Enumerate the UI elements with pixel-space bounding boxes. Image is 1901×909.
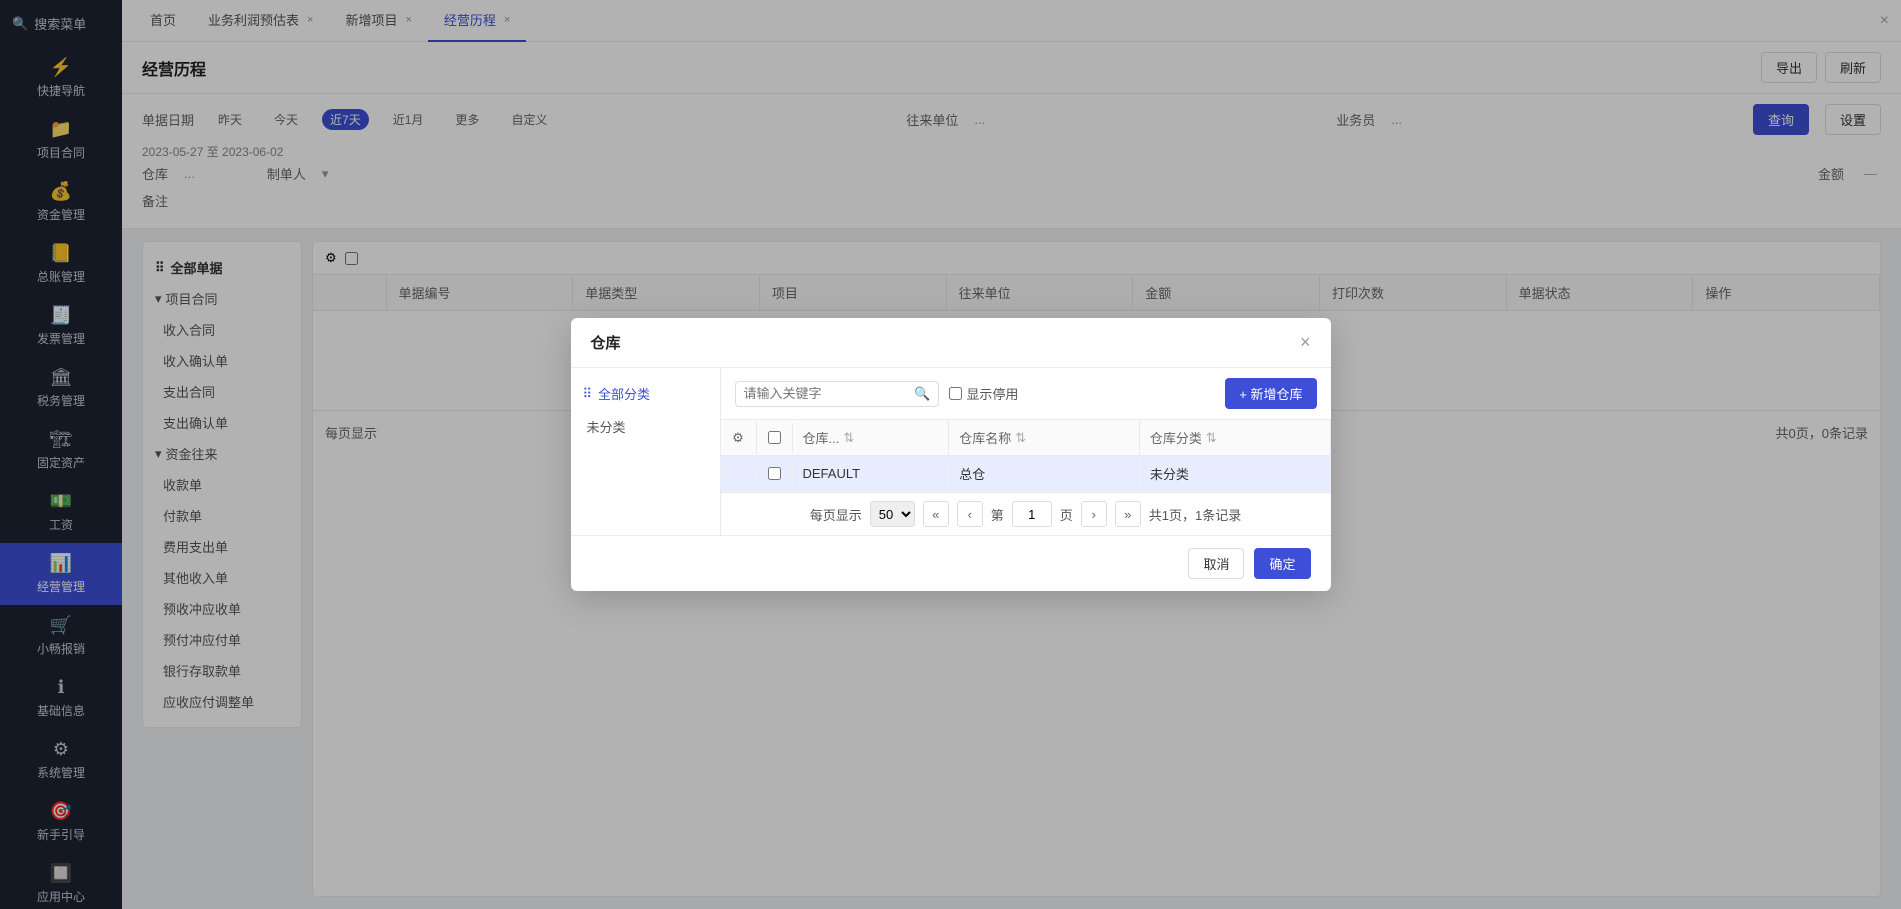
dialog-select-all[interactable]: [768, 431, 781, 444]
row-category: 未分类: [1140, 456, 1331, 491]
sort-name-icon: ⇅: [1015, 430, 1026, 446]
row-name: 总仓: [949, 456, 1140, 491]
cancel-button[interactable]: 取消: [1188, 548, 1244, 579]
dialog-table: ⚙ 仓库... ⇅ 仓库名称 ⇅ 仓库分类: [721, 420, 1331, 492]
search-box: 🔍: [735, 381, 940, 407]
row-checkbox[interactable]: [768, 467, 781, 480]
prev-page-btn[interactable]: ‹: [957, 501, 983, 527]
sort-code-icon: ⇅: [843, 430, 854, 446]
dialog-pagination: 每页显示 50 « ‹ 第 页 › » 共1页，1条记录: [721, 492, 1331, 535]
show-disabled-label[interactable]: 显示停用: [949, 384, 1018, 403]
warehouse-dialog: 仓库 × ⠿ 全部分类 未分类 🔍: [571, 318, 1331, 591]
dth-gear: ⚙: [721, 422, 757, 454]
show-disabled-checkbox[interactable]: [949, 387, 962, 400]
dialog-category-panel: ⠿ 全部分类 未分类: [571, 368, 721, 535]
table-row[interactable]: DEFAULT 总仓 未分类: [721, 456, 1331, 492]
dialog-table-header: ⚙ 仓库... ⇅ 仓库名称 ⇅ 仓库分类: [721, 420, 1331, 456]
search-icon: 🔍: [914, 386, 930, 402]
dth-name: 仓库名称 ⇅: [949, 420, 1140, 455]
pagination-total: 共1页，1条记录: [1149, 505, 1241, 524]
cat-all[interactable]: ⠿ 全部分类: [571, 376, 720, 411]
dialog-toolbar: 🔍 显示停用 + 新增仓库: [721, 368, 1331, 420]
last-page-btn[interactable]: »: [1115, 501, 1141, 527]
grid-cat-icon: ⠿: [583, 386, 593, 402]
search-input[interactable]: [744, 386, 909, 401]
per-page-select[interactable]: 50: [870, 501, 915, 527]
row-gear: [721, 466, 757, 482]
dialog-body: ⠿ 全部分类 未分类 🔍 显示停用: [571, 368, 1331, 535]
dialog-close-button[interactable]: ×: [1300, 332, 1311, 353]
next-page-btn[interactable]: ›: [1081, 501, 1107, 527]
row-check[interactable]: [757, 459, 793, 488]
dth-check: [757, 423, 793, 452]
confirm-button[interactable]: 确定: [1254, 548, 1310, 579]
row-code: DEFAULT: [793, 458, 950, 489]
dth-code: 仓库... ⇅: [793, 420, 950, 455]
dialog-actions: 取消 确定: [571, 535, 1331, 591]
dialog-overlay[interactable]: 仓库 × ⠿ 全部分类 未分类 🔍: [0, 0, 1901, 909]
per-page-label: 每页显示: [810, 505, 862, 524]
cat-unclassified[interactable]: 未分类: [571, 411, 720, 442]
add-warehouse-button[interactable]: + 新增仓库: [1225, 378, 1316, 409]
dialog-title: 仓库: [591, 332, 621, 353]
dth-category: 仓库分类 ⇅: [1140, 420, 1331, 455]
page-label: 页: [1060, 505, 1073, 524]
first-page-btn[interactable]: «: [923, 501, 949, 527]
sort-cat-icon: ⇅: [1206, 430, 1217, 446]
page-word: 第: [991, 505, 1004, 524]
dialog-header: 仓库 ×: [571, 318, 1331, 368]
dialog-table-panel: 🔍 显示停用 + 新增仓库 ⚙: [721, 368, 1331, 535]
page-number-input[interactable]: [1012, 501, 1052, 527]
